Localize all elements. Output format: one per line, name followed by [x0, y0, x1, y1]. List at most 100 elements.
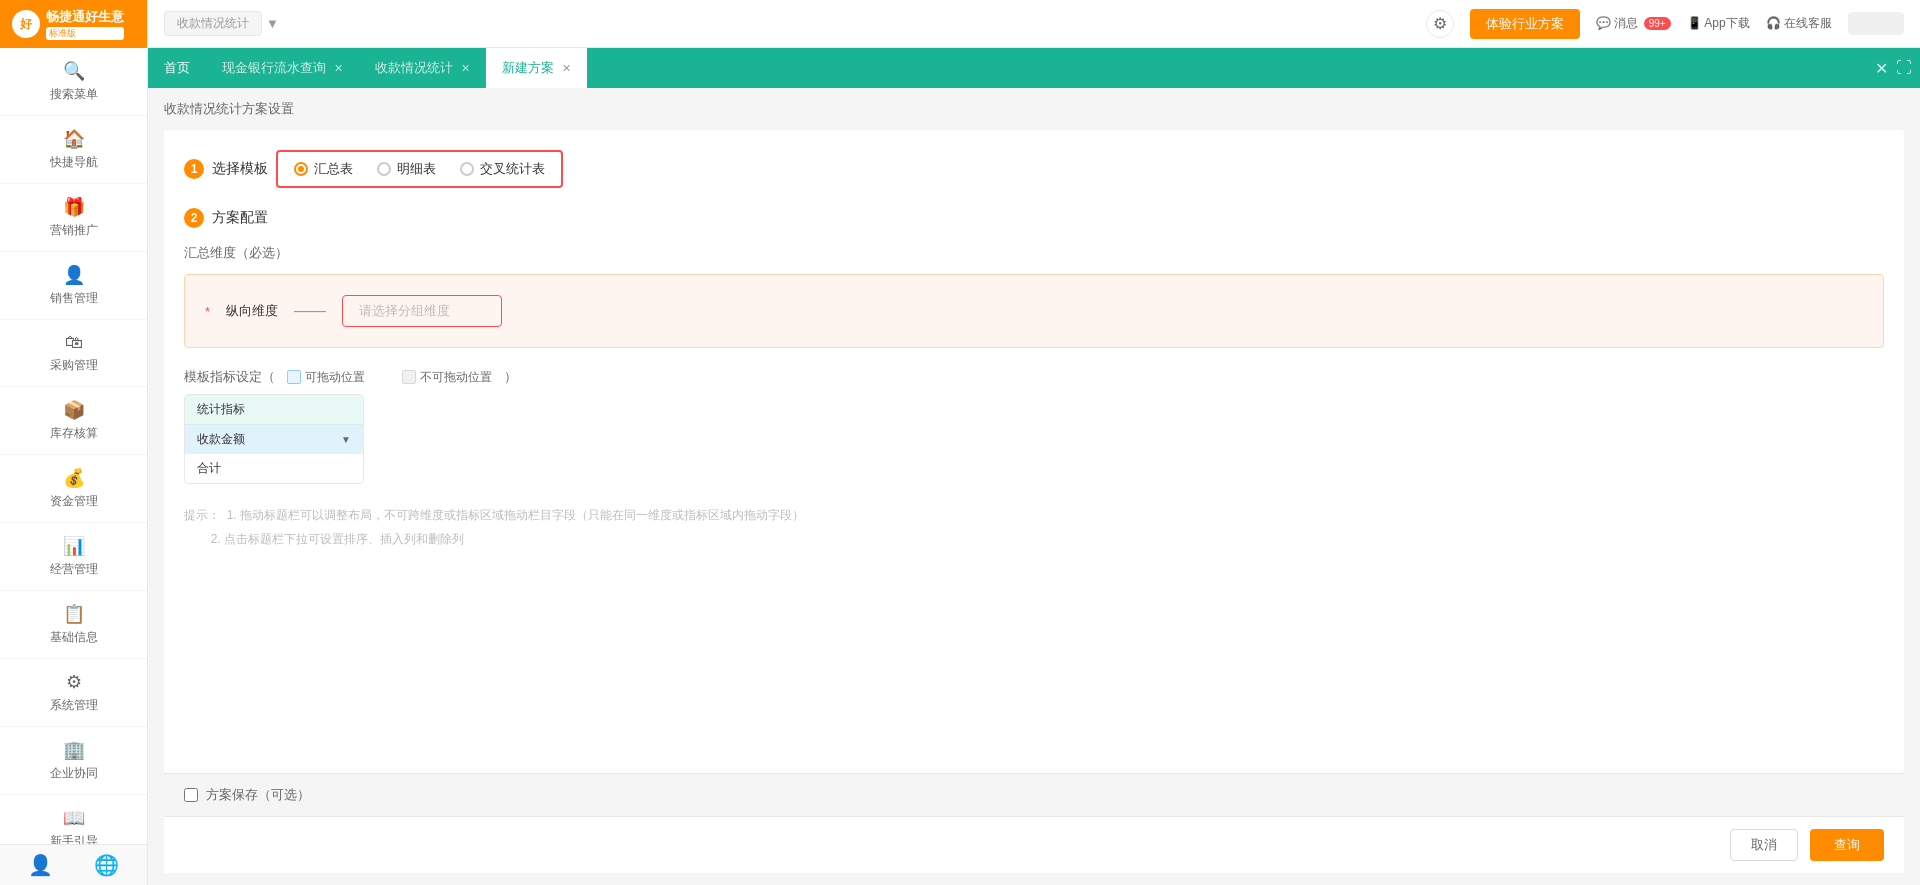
industry-btn[interactable]: 体验行业方案 [1470, 9, 1580, 39]
sidebar-item-label: 快捷导航 [50, 154, 98, 171]
main-card: 1 选择模板 汇总表 明细表 交叉统计表 [164, 130, 1904, 773]
sidebar-item-label: 企业协同 [50, 765, 98, 782]
book-icon: 📖 [63, 807, 85, 829]
tab-bank-flow-close[interactable]: ✕ [334, 62, 343, 75]
online-service[interactable]: 🎧 在线客服 [1766, 15, 1832, 32]
indicator-row-label: 收款金额 [197, 431, 333, 448]
drag-legend-no-drag: 不可拖动位置 [402, 369, 492, 386]
footer-buttons: 取消 查询 [164, 816, 1904, 873]
indicators-close-paren: ） [504, 368, 517, 386]
tab-bank-flow[interactable]: 现金银行流水查询 ✕ [206, 48, 359, 88]
logo: 好 畅捷通好生意 标准版 [0, 0, 147, 48]
breadcrumb-area: 收款情况统计 ▼ [164, 11, 1410, 36]
save-checkbox[interactable] [184, 788, 198, 802]
notification-label: 消息 [1614, 16, 1638, 30]
drag-label: 可拖动位置 [305, 369, 365, 386]
sidebar-item-label: 经营管理 [50, 561, 98, 578]
sidebar-item-marketing[interactable]: 🎁 营销推广 [0, 184, 147, 252]
tab-bar: 首页 现金银行流水查询 ✕ 收款情况统计 ✕ 新建方案 ✕ ✕ ⛶ [148, 48, 1920, 88]
sidebar-item-label: 搜索菜单 [50, 86, 98, 103]
message-icon: 💬 [1596, 16, 1611, 30]
sidebar-item-label: 营销推广 [50, 222, 98, 239]
logo-text: 畅捷通好生意 [46, 8, 124, 26]
app-download[interactable]: 📱 App下载 [1687, 15, 1750, 32]
sidebar-item-label: 采购管理 [50, 357, 98, 374]
sidebar-item-quick-nav[interactable]: 🏠 快捷导航 [0, 116, 147, 184]
drag-legend-draggable: 可拖动位置 [287, 369, 365, 386]
step1-label: 选择模板 [212, 160, 268, 178]
app-icon: 📱 [1687, 16, 1702, 30]
page-title: 收款情况统计方案设置 [164, 100, 1904, 118]
drag-box-blue [287, 370, 301, 384]
indicators-header: 模板指标设定（ 可拖动位置 不可拖动位置 ） [184, 368, 1884, 386]
tip-1: 提示： 1. 拖动标题栏可以调整布局，不可跨维度或指标区域拖动栏目字段（只能在同… [184, 503, 1884, 527]
drag-box-gray [402, 370, 416, 384]
indicator-row[interactable]: 收款金额 ▼ [185, 425, 363, 454]
sidebar-item-newbie[interactable]: 📖 新手引导 [0, 795, 147, 844]
sidebar-item-corp-collab[interactable]: 🏢 企业协同 [0, 727, 147, 795]
sidebar-item-system[interactable]: ⚙ 系统管理 [0, 659, 147, 727]
required-star: * [205, 304, 210, 319]
radio-detail-circle [377, 162, 391, 176]
step1-num: 1 [184, 159, 204, 179]
step2-section: 2 方案配置 汇总维度（必选） * 纵向维度 —— 请选择分组维度 [184, 208, 1884, 551]
app-download-label: App下载 [1704, 16, 1749, 30]
gift-icon: 🎁 [63, 196, 85, 218]
tab-bar-end: ✕ ⛶ [1875, 59, 1920, 78]
dimension-section-title: 汇总维度（必选） [184, 244, 1884, 262]
tab-new-plan-close[interactable]: ✕ [562, 62, 571, 75]
indicators-label: 模板指标设定（ [184, 368, 275, 386]
tip-1-text: 1. 拖动标题栏可以调整布局，不可跨维度或指标区域拖动栏目字段（只能在同一维度或… [227, 508, 804, 522]
search-menu-icon: 🔍 [63, 60, 85, 82]
template-options: 汇总表 明细表 交叉统计表 [276, 150, 563, 188]
sidebar-item-search-menu[interactable]: 🔍 搜索菜单 [0, 48, 147, 116]
cancel-button[interactable]: 取消 [1730, 829, 1798, 861]
tip-2-text: 2. 点击标题栏下拉可设置排序、插入列和删除列 [211, 532, 464, 546]
tab-close-icon[interactable]: ✕ [1875, 59, 1888, 78]
no-drag-label: 不可拖动位置 [420, 369, 492, 386]
sidebar-nav: 🔍 搜索菜单 🏠 快捷导航 🎁 营销推广 👤 销售管理 🛍 采购管理 📦 库存核… [0, 48, 147, 844]
online-service-label: 在线客服 [1784, 16, 1832, 30]
sidebar-item-operations[interactable]: 📊 经营管理 [0, 523, 147, 591]
dim-select[interactable]: 请选择分组维度 [342, 295, 502, 327]
radio-summary[interactable]: 汇总表 [294, 160, 353, 178]
vertical-dimension: * 纵向维度 —— 请选择分组维度 [205, 295, 1863, 327]
tab-new-plan[interactable]: 新建方案 ✕ [486, 48, 587, 88]
sidebar-item-finance[interactable]: 💰 资金管理 [0, 455, 147, 523]
sidebar-item-basic-info[interactable]: 📋 基础信息 [0, 591, 147, 659]
step2-num: 2 [184, 208, 204, 228]
sidebar: 好 畅捷通好生意 标准版 🔍 搜索菜单 🏠 快捷导航 🎁 营销推广 👤 销售管理… [0, 0, 148, 885]
dim-select-placeholder: 请选择分组维度 [359, 302, 450, 320]
tab-collect-stat-close[interactable]: ✕ [461, 62, 470, 75]
radio-cross[interactable]: 交叉统计表 [460, 160, 545, 178]
sidebar-item-inventory[interactable]: 📦 库存核算 [0, 387, 147, 455]
indicator-table-header: 统计指标 [185, 395, 363, 425]
footer-icon-right[interactable]: 🌐 [94, 853, 119, 877]
sidebar-footer: 👤 🌐 [0, 844, 147, 885]
notification-area[interactable]: 💬 消息 99+ [1596, 15, 1671, 32]
chevron-down-icon[interactable]: ▼ [341, 434, 351, 445]
sidebar-item-purchase[interactable]: 🛍 采购管理 [0, 320, 147, 387]
sidebar-item-label: 库存核算 [50, 425, 98, 442]
gear-button[interactable]: ⚙ [1426, 10, 1454, 38]
tab-collect-stat[interactable]: 收款情况统计 ✕ [359, 48, 486, 88]
service-icon: 🎧 [1766, 16, 1781, 30]
radio-detail[interactable]: 明细表 [377, 160, 436, 178]
tab-expand-icon[interactable]: ⛶ [1896, 59, 1912, 77]
sidebar-item-label: 基础信息 [50, 629, 98, 646]
sidebar-item-sales[interactable]: 👤 销售管理 [0, 252, 147, 320]
radio-summary-label: 汇总表 [314, 160, 353, 178]
bag-icon: 🛍 [65, 332, 83, 353]
clipboard-icon: 📋 [63, 603, 85, 625]
footer-icon-left[interactable]: 👤 [28, 853, 53, 877]
main-area: 收款情况统计 ▼ ⚙ 体验行业方案 💬 消息 99+ 📱 App下载 🎧 在线客… [148, 0, 1920, 885]
tab-home-label: 首页 [164, 59, 190, 77]
radio-cross-circle [460, 162, 474, 176]
header-right: 💬 消息 99+ 📱 App下载 🎧 在线客服 [1596, 12, 1904, 35]
query-button[interactable]: 查询 [1810, 829, 1884, 861]
step2-header: 2 方案配置 [184, 208, 1884, 228]
indicators-section: 模板指标设定（ 可拖动位置 不可拖动位置 ） [184, 368, 1884, 487]
tab-bank-flow-label: 现金银行流水查询 [222, 59, 326, 77]
indicator-table-header-label: 统计指标 [197, 402, 245, 416]
tab-home[interactable]: 首页 [148, 48, 206, 88]
